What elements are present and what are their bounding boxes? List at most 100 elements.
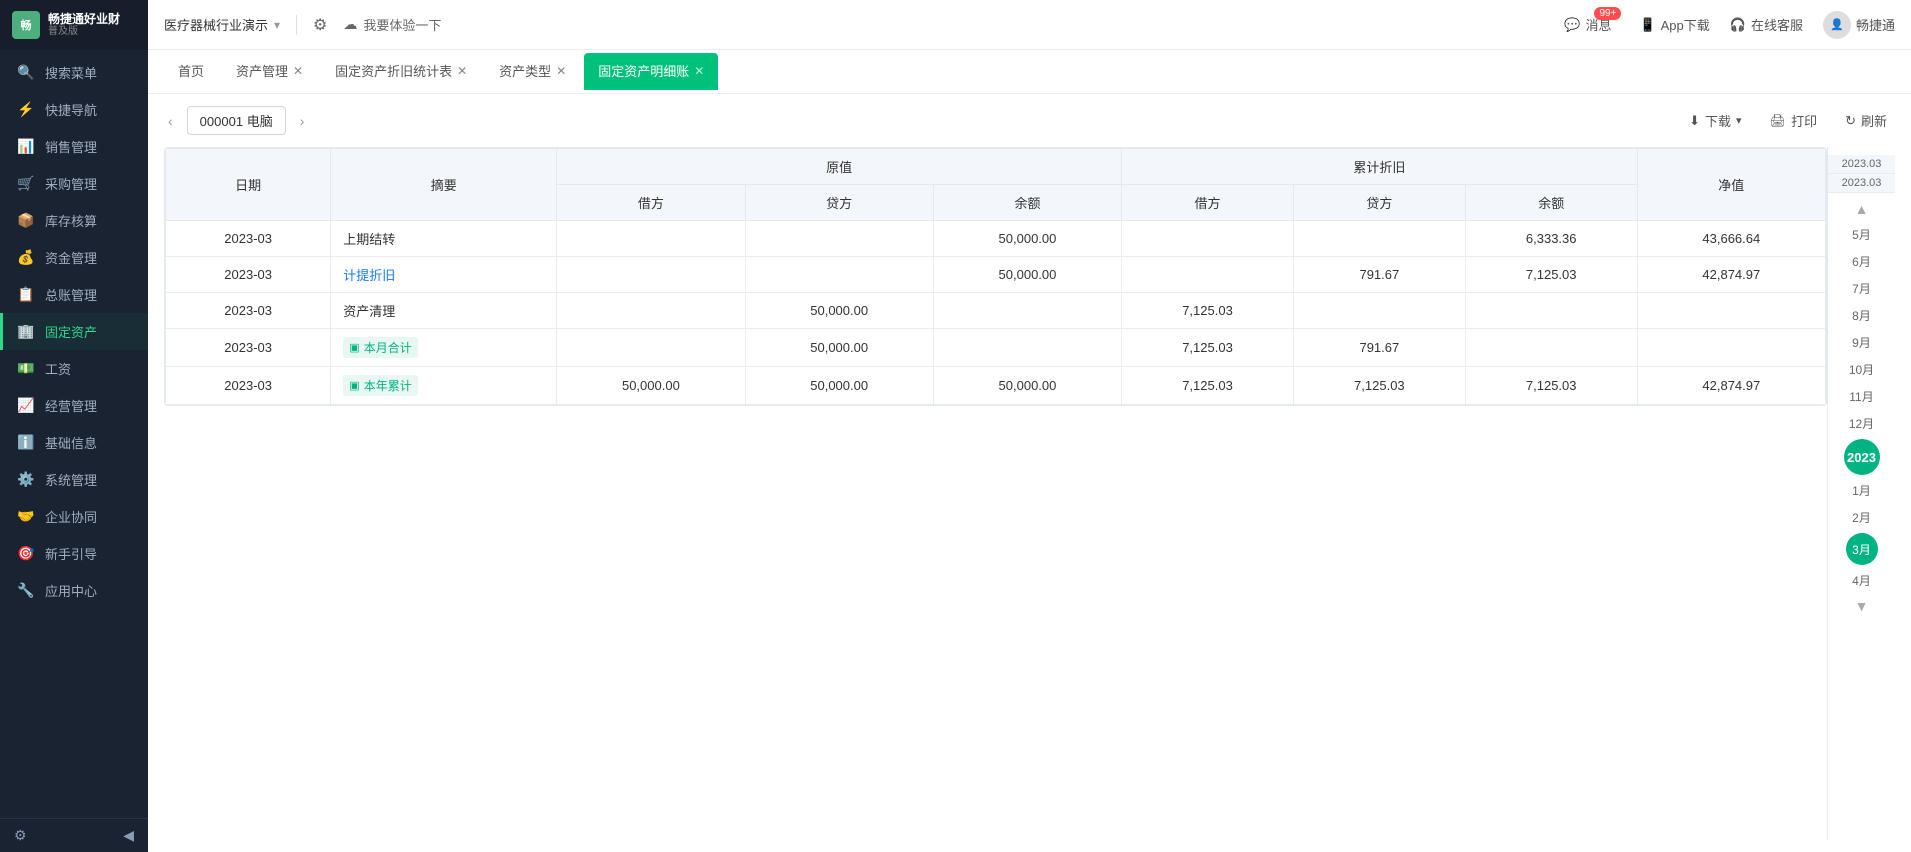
cell-accum-debit: 7,125.03 bbox=[1122, 367, 1294, 405]
cell-net-value: 42,874.97 bbox=[1637, 367, 1825, 405]
mobile-icon: 📱 bbox=[1639, 17, 1655, 33]
sidebar-item-system[interactable]: ⚙️ 系统管理 bbox=[0, 461, 148, 498]
cell-net-value: 42,874.97 bbox=[1637, 257, 1825, 293]
content-area: 日期 摘要 原值 累计折旧 净值 借方 贷方 余额 借方 bbox=[164, 147, 1895, 840]
cell-accum-balance: 6,333.36 bbox=[1465, 221, 1637, 257]
sidebar-sales-label: 销售管理 bbox=[45, 137, 97, 156]
asset-next-arrow[interactable]: › bbox=[296, 111, 309, 131]
timeline-month-5[interactable]: 5月 bbox=[1828, 221, 1895, 248]
timeline-up-nav[interactable]: ▲ bbox=[1851, 197, 1873, 221]
timeline-month-10[interactable]: 10月 bbox=[1828, 356, 1895, 383]
customer-service-button[interactable]: 🎧 在线客服 bbox=[1730, 15, 1803, 34]
ledger-icon: 📋 bbox=[17, 286, 35, 304]
timeline-month-11[interactable]: 11月 bbox=[1828, 383, 1895, 410]
cell-accum-balance: 7,125.03 bbox=[1465, 367, 1637, 405]
company-dropdown-icon: ▾ bbox=[274, 18, 280, 32]
print-button[interactable]: 🖨 打印 bbox=[1762, 107, 1826, 134]
asset-prev-arrow[interactable]: ‹ bbox=[164, 111, 177, 131]
tab-asset-detail[interactable]: 固定资产明细账 ✕ bbox=[584, 53, 718, 90]
settings-footer-icon[interactable]: ⚙ bbox=[14, 827, 27, 844]
topbar-right: 💬 消息 99+ 📱 App下载 🎧 在线客服 👤 畅捷通 bbox=[1564, 11, 1895, 39]
download-chevron: ▾ bbox=[1736, 114, 1742, 127]
print-label: 打印 bbox=[1791, 111, 1817, 130]
table-row: 2023-03 ▣本年累计 50,000.00 50,000.00 50,000… bbox=[166, 367, 1826, 405]
timeline-month-9[interactable]: 9月 bbox=[1828, 329, 1895, 356]
timeline-month-2[interactable]: 2月 bbox=[1828, 504, 1895, 531]
tab-asset-type-close[interactable]: ✕ bbox=[556, 64, 566, 78]
topbar-settings-icon[interactable]: ⚙ bbox=[313, 15, 327, 35]
sidebar-item-inventory[interactable]: 📦 库存核算 bbox=[0, 202, 148, 239]
timeline-month-3-active[interactable]: 3月 bbox=[1846, 533, 1878, 565]
refresh-button[interactable]: ↻ 刷新 bbox=[1837, 107, 1895, 134]
cell-accum-debit: 7,125.03 bbox=[1122, 293, 1294, 329]
cell-summary: ▣本年累计 bbox=[331, 367, 557, 405]
timeline-month-4[interactable]: 4月 bbox=[1828, 567, 1895, 594]
sidebar-item-sales[interactable]: 📊 销售管理 bbox=[0, 128, 148, 165]
table-row: 2023-03 ▣本月合计 50,000.00 7,125.03 791.67 bbox=[166, 329, 1826, 367]
user-menu[interactable]: 👤 畅捷通 bbox=[1823, 11, 1895, 39]
cell-accum-balance: 7,125.03 bbox=[1465, 257, 1637, 293]
sidebar-item-ledger[interactable]: 📋 总账管理 bbox=[0, 276, 148, 313]
experience-button[interactable]: ☁ 我要体验一下 bbox=[343, 15, 441, 34]
sidebar-item-guide[interactable]: 🎯 新手引导 bbox=[0, 535, 148, 572]
timeline-down-nav[interactable]: ▼ bbox=[1851, 594, 1873, 618]
tab-home-label: 首页 bbox=[178, 61, 204, 80]
sidebar-item-quick-nav[interactable]: ⚡ 快捷导航 bbox=[0, 91, 148, 128]
cell-orig-credit: 50,000.00 bbox=[745, 367, 933, 405]
tab-home[interactable]: 首页 bbox=[164, 53, 218, 90]
sidebar-item-app-center[interactable]: 🔧 应用中心 bbox=[0, 572, 148, 609]
cell-orig-credit: 50,000.00 bbox=[745, 329, 933, 367]
tab-asset-mgmt[interactable]: 资产管理 ✕ bbox=[222, 53, 317, 90]
sidebar-item-fixed-assets[interactable]: 🏢 固定资产 bbox=[0, 313, 148, 350]
timeline-month-7[interactable]: 7月 bbox=[1828, 275, 1895, 302]
col-date: 日期 bbox=[166, 149, 331, 221]
tab-asset-type[interactable]: 资产类型 ✕ bbox=[485, 53, 580, 90]
sidebar-purchase-label: 采购管理 bbox=[45, 174, 97, 193]
col-net-value: 净值 bbox=[1637, 149, 1825, 221]
sidebar-item-enterprise[interactable]: 🤝 企业协同 bbox=[0, 498, 148, 535]
timeline-month-8[interactable]: 8月 bbox=[1828, 302, 1895, 329]
app-download-button[interactable]: 📱 App下载 bbox=[1639, 15, 1709, 34]
basic-info-icon: ℹ️ bbox=[17, 434, 35, 452]
sidebar-item-operations[interactable]: 📈 经营管理 bbox=[0, 387, 148, 424]
timeline-month-1[interactable]: 1月 bbox=[1828, 477, 1895, 504]
company-selector[interactable]: 医疗器械行业演示 ▾ bbox=[164, 15, 280, 34]
sidebar-item-payroll[interactable]: 💵 工资 bbox=[0, 350, 148, 387]
asset-nav: ‹ 000001 电脑 › ⬇ 下载 ▾ 🖨 打印 ↻ 刷新 bbox=[164, 106, 1895, 135]
timeline-month-12[interactable]: 12月 bbox=[1828, 410, 1895, 437]
purchase-icon: 🛒 bbox=[17, 175, 35, 193]
cell-summary: 资产清理 bbox=[331, 293, 557, 329]
sidebar-item-finance[interactable]: 💰 资金管理 bbox=[0, 239, 148, 276]
refresh-icon: ↻ bbox=[1845, 113, 1856, 129]
tab-asset-detail-close[interactable]: ✕ bbox=[694, 64, 704, 78]
tab-depreciation-close[interactable]: ✕ bbox=[457, 64, 467, 78]
sidebar-finance-label: 资金管理 bbox=[45, 248, 97, 267]
sidebar-item-search[interactable]: 🔍 搜索菜单 bbox=[0, 54, 148, 91]
topbar: 医疗器械行业演示 ▾ ⚙ ☁ 我要体验一下 💬 消息 99+ 📱 App下载 🎧… bbox=[148, 0, 1911, 50]
summary-badge: ▣本年累计 bbox=[343, 375, 417, 396]
asset-nav-actions: ⬇ 下载 ▾ 🖨 打印 ↻ 刷新 bbox=[1681, 107, 1895, 134]
messages-button[interactable]: 💬 消息 99+ bbox=[1564, 15, 1611, 34]
download-button[interactable]: ⬇ 下载 ▾ bbox=[1681, 107, 1749, 134]
sidebar-appcenter-label: 应用中心 bbox=[45, 581, 97, 600]
timeline-month-6[interactable]: 6月 bbox=[1828, 248, 1895, 275]
sidebar-item-purchase[interactable]: 🛒 采购管理 bbox=[0, 165, 148, 202]
collapse-sidebar-icon[interactable]: ◀ bbox=[123, 827, 134, 844]
col-accumulated-depreciation: 累计折旧 bbox=[1122, 149, 1638, 185]
cell-accum-debit bbox=[1122, 221, 1294, 257]
summary-text: 计提折旧 bbox=[343, 268, 395, 283]
enterprise-icon: 🤝 bbox=[17, 508, 35, 526]
cell-accum-credit: 791.67 bbox=[1293, 329, 1465, 367]
timeline-year-2023[interactable]: 2023 bbox=[1844, 439, 1880, 475]
cell-accum-credit bbox=[1293, 293, 1465, 329]
search-icon: 🔍 bbox=[17, 64, 35, 82]
tab-asset-mgmt-close[interactable]: ✕ bbox=[293, 64, 303, 78]
col-original-value: 原值 bbox=[557, 149, 1122, 185]
tab-depreciation-stats[interactable]: 固定资产折旧统计表 ✕ bbox=[321, 53, 481, 90]
tab-depreciation-label: 固定资产折旧统计表 bbox=[335, 61, 452, 80]
table-row: 2023-03 资产清理 50,000.00 7,125.03 bbox=[166, 293, 1826, 329]
asset-nav-item[interactable]: 000001 电脑 bbox=[187, 106, 286, 135]
summary-text: 资产清理 bbox=[343, 304, 395, 319]
summary-text: 上期结转 bbox=[343, 232, 395, 247]
sidebar-item-basic-info[interactable]: ℹ️ 基础信息 bbox=[0, 424, 148, 461]
